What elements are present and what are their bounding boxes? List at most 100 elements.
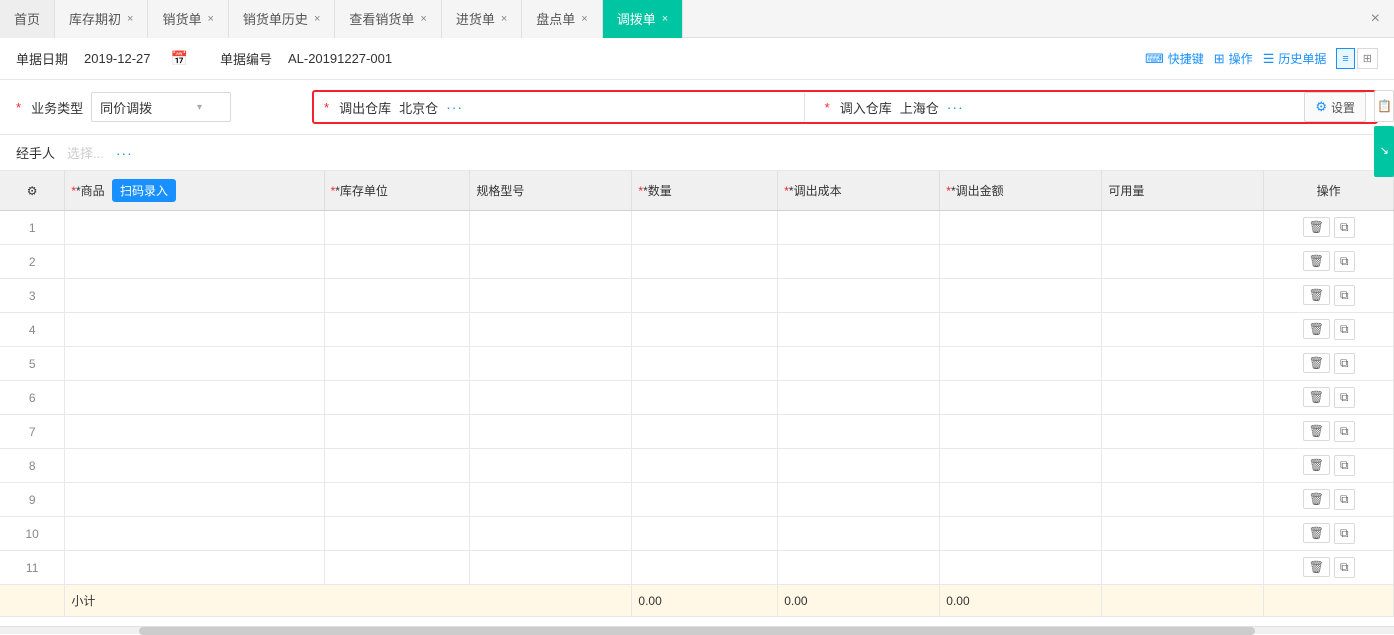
warehouse-out-required: * bbox=[324, 100, 329, 115]
sidebar-note-button[interactable]: 📋 bbox=[1374, 90, 1394, 122]
main-content: 单据日期 2019-12-27 📅 单据编号 AL-20191227-001 ⌨… bbox=[0, 38, 1394, 634]
settings-button[interactable]: ⚙ 设置 bbox=[1304, 92, 1366, 122]
table-row: 6🗑⧉ bbox=[0, 381, 1394, 415]
copy-row-1-button[interactable]: ⧉ bbox=[1334, 217, 1355, 238]
warehouse-in-field: * 调入仓库 上海仓 ··· bbox=[825, 98, 1285, 117]
card-view-button[interactable]: ⊞ bbox=[1357, 48, 1378, 69]
col-header-unit: **库存单位 bbox=[324, 171, 470, 211]
warehouse-in-required: * bbox=[825, 100, 830, 115]
delete-row-3-button[interactable]: 🗑 bbox=[1303, 285, 1330, 305]
tab-view-sales[interactable]: 查看销货单 × bbox=[335, 0, 441, 38]
table-gear-icon[interactable]: ⚙ bbox=[27, 184, 38, 198]
tab-inventory-count[interactable]: 盘点单 × bbox=[522, 0, 602, 38]
calendar-icon[interactable]: 📅 bbox=[171, 50, 188, 67]
handler-label: 经手人 bbox=[16, 143, 55, 162]
app-close-button[interactable]: × bbox=[1357, 0, 1394, 38]
handler-more-button[interactable]: ··· bbox=[116, 145, 133, 161]
history-icon: ☰ bbox=[1263, 51, 1275, 67]
copy-row-11-button[interactable]: ⧉ bbox=[1334, 557, 1355, 578]
table-row: 3🗑⧉ bbox=[0, 279, 1394, 313]
col-header-qty: **数量 bbox=[632, 171, 778, 211]
warehouse-in-label: 调入仓库 bbox=[840, 98, 892, 117]
tab-home[interactable]: 首页 bbox=[0, 0, 55, 38]
tab-view-sales-close[interactable]: × bbox=[420, 13, 426, 25]
delete-row-9-button[interactable]: 🗑 bbox=[1303, 489, 1330, 509]
copy-row-4-button[interactable]: ⧉ bbox=[1334, 319, 1355, 340]
delete-row-4-button[interactable]: 🗑 bbox=[1303, 319, 1330, 339]
tab-inventory-count-close[interactable]: × bbox=[581, 13, 587, 25]
scan-entry-button[interactable]: 扫码录入 bbox=[112, 179, 176, 202]
copy-row-7-button[interactable]: ⧉ bbox=[1334, 421, 1355, 442]
table-row: 8🗑⧉ bbox=[0, 449, 1394, 483]
table-row: 10🗑⧉ bbox=[0, 517, 1394, 551]
warehouse-out-field: * 调出仓库 北京仓 ··· bbox=[324, 98, 784, 117]
subtotal-label: 小计 bbox=[65, 585, 632, 617]
delete-row-2-button[interactable]: 🗑 bbox=[1303, 251, 1330, 271]
doc-no-label: 单据编号 bbox=[220, 49, 272, 68]
table-row: 4🗑⧉ bbox=[0, 313, 1394, 347]
table-row: 9🗑⧉ bbox=[0, 483, 1394, 517]
keyboard-icon: ⌨ bbox=[1145, 51, 1164, 67]
warehouse-in-more-button[interactable]: ··· bbox=[947, 99, 964, 115]
warehouse-out-value: 北京仓 bbox=[399, 98, 438, 117]
copy-row-5-button[interactable]: ⧉ bbox=[1334, 353, 1355, 374]
col-header-product: **商品 扫码录入 bbox=[65, 171, 324, 211]
header-right: ⌨ 快捷键 ⊞ 操作 ☰ 历史单据 ≡ ⊞ bbox=[1145, 48, 1378, 69]
operations-action[interactable]: ⊞ 操作 bbox=[1214, 50, 1253, 67]
warehouse-out-more-button[interactable]: ··· bbox=[446, 99, 463, 115]
warehouse-in-value: 上海仓 bbox=[900, 98, 939, 117]
warehouse-section: * 调出仓库 北京仓 ··· * 调入仓库 上海仓 ··· ⚙ 设置 bbox=[312, 90, 1378, 124]
delete-row-1-button[interactable]: 🗑 bbox=[1303, 217, 1330, 237]
delete-row-5-button[interactable]: 🗑 bbox=[1303, 353, 1330, 373]
table-row: 11🗑⧉ bbox=[0, 551, 1394, 585]
shortcuts-action[interactable]: ⌨ 快捷键 bbox=[1145, 50, 1204, 67]
business-type-value: 同价调拨 bbox=[100, 98, 152, 117]
header-left: 单据日期 2019-12-27 📅 单据编号 AL-20191227-001 bbox=[16, 49, 1125, 68]
tab-transfer-close[interactable]: × bbox=[662, 13, 668, 25]
copy-row-8-button[interactable]: ⧉ bbox=[1334, 455, 1355, 476]
business-type-select[interactable]: 同价调拨 ▾ bbox=[91, 92, 231, 122]
subtotal-cost: 0.00 bbox=[778, 585, 940, 617]
tab-sales-history[interactable]: 销货单历史 × bbox=[229, 0, 335, 38]
subtotal-amount: 0.00 bbox=[940, 585, 1102, 617]
handler-select-placeholder[interactable]: 选择... bbox=[67, 143, 104, 162]
tab-sales-order[interactable]: 销货单 × bbox=[148, 0, 228, 38]
copy-row-9-button[interactable]: ⧉ bbox=[1334, 489, 1355, 510]
col-header-avail: 可用量 bbox=[1102, 171, 1264, 211]
table-container: ⚙ **商品 扫码录入 **库存单位 规格型号 **数量 **调出成本 bbox=[0, 171, 1394, 626]
delete-row-7-button[interactable]: 🗑 bbox=[1303, 421, 1330, 441]
date-label: 单据日期 bbox=[16, 49, 68, 68]
select-arrow-icon: ▾ bbox=[197, 102, 202, 113]
history-action[interactable]: ☰ 历史单据 bbox=[1263, 50, 1327, 67]
col-header-gear[interactable]: ⚙ bbox=[0, 171, 65, 211]
tab-purchase-order[interactable]: 进货单 × bbox=[442, 0, 522, 38]
business-section: * 业务类型 同价调拨 ▾ bbox=[16, 90, 296, 124]
delete-row-8-button[interactable]: 🗑 bbox=[1303, 455, 1330, 475]
tab-inventory-init[interactable]: 库存期初 × bbox=[55, 0, 148, 38]
list-view-button[interactable]: ≡ bbox=[1336, 48, 1354, 69]
handler-row: 经手人 选择... ··· bbox=[0, 135, 1394, 171]
subtotal-row: 小计 0.00 0.00 0.00 bbox=[0, 585, 1394, 617]
copy-row-3-button[interactable]: ⧉ bbox=[1334, 285, 1355, 306]
tab-transfer[interactable]: 调拨单 × bbox=[603, 0, 683, 38]
horizontal-scrollbar[interactable] bbox=[0, 626, 1394, 634]
delete-row-10-button[interactable]: 🗑 bbox=[1303, 523, 1330, 543]
copy-row-2-button[interactable]: ⧉ bbox=[1334, 251, 1355, 272]
col-header-cost: **调出成本 bbox=[778, 171, 940, 211]
warehouse-divider bbox=[804, 93, 805, 121]
gear-icon: ⚙ bbox=[1315, 99, 1327, 115]
tab-sales-order-close[interactable]: × bbox=[207, 13, 213, 25]
tab-purchase-order-close[interactable]: × bbox=[501, 13, 507, 25]
copy-row-10-button[interactable]: ⧉ bbox=[1334, 523, 1355, 544]
toolbar-row: * 业务类型 同价调拨 ▾ * 调出仓库 北京仓 ··· * 调入仓库 上海仓 … bbox=[0, 80, 1394, 135]
business-type-label: 业务类型 bbox=[31, 98, 83, 117]
tab-inventory-init-close[interactable]: × bbox=[127, 13, 133, 25]
delete-row-11-button[interactable]: 🗑 bbox=[1303, 557, 1330, 577]
tab-sales-history-close[interactable]: × bbox=[314, 13, 320, 25]
form-header: 单据日期 2019-12-27 📅 单据编号 AL-20191227-001 ⌨… bbox=[0, 38, 1394, 80]
view-toggle: ≡ ⊞ bbox=[1336, 48, 1378, 69]
sidebar-export-button[interactable]: ↗ bbox=[1374, 126, 1394, 177]
copy-row-6-button[interactable]: ⧉ bbox=[1334, 387, 1355, 408]
table-body: 1🗑⧉ 2🗑⧉ 3🗑⧉ 4🗑⧉ 5🗑⧉ 6🗑⧉ 7🗑⧉ 8🗑⧉ 9🗑⧉ 10🗑⧉… bbox=[0, 211, 1394, 617]
delete-row-6-button[interactable]: 🗑 bbox=[1303, 387, 1330, 407]
